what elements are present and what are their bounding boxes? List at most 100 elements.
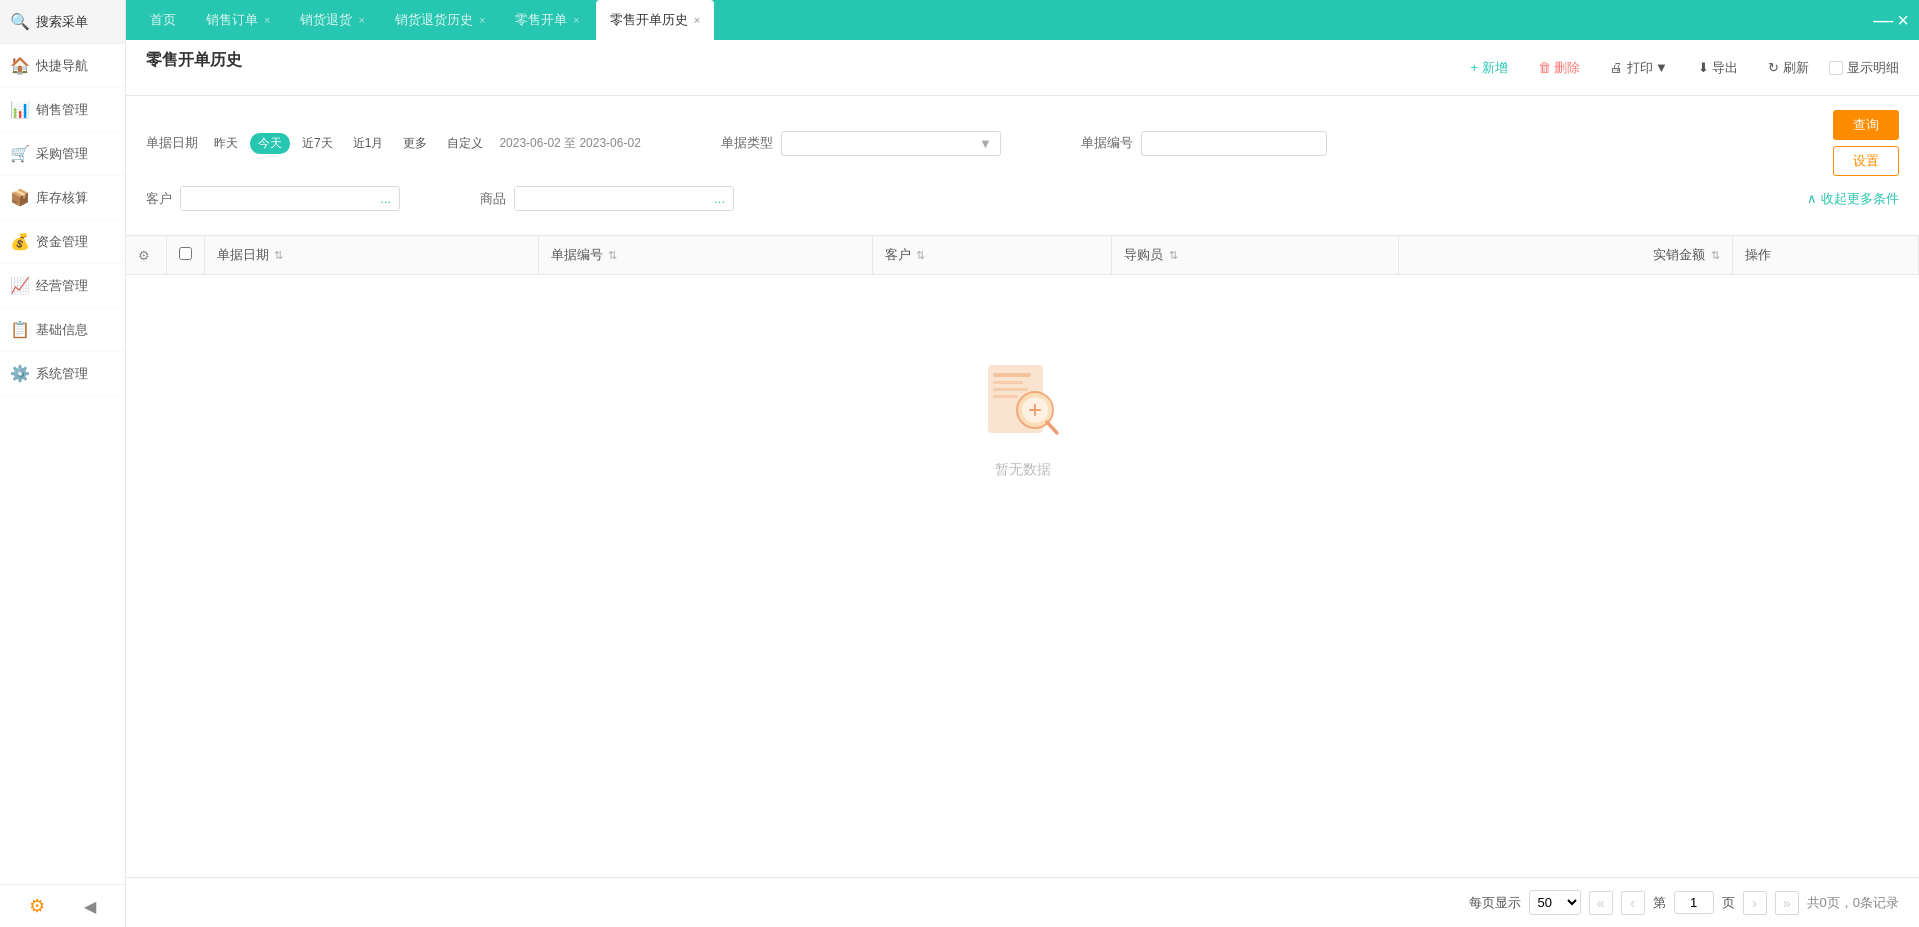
sidebar-search-label: 搜索采单 [36,13,88,31]
sidebar-item-quick-nav[interactable]: 🏠 快捷导航 [0,44,125,88]
sidebar-item-finance[interactable]: 💰 资金管理 [0,220,125,264]
tab-retail-open-close[interactable]: × [573,14,579,26]
col-customer[interactable]: 客户 ⇅ [872,236,1111,275]
content-area: 零售开单历史 + 新增 🗑 删除 🖨 打印 ▼ ⬇ 导出 ↻ 刷新 显示明细 [126,40,1919,927]
col-guide[interactable]: 导购员 ⇅ [1112,236,1399,275]
date-opt-custom[interactable]: 自定义 [439,133,491,154]
tab-sales-return-close[interactable]: × [358,14,364,26]
date-opt-today[interactable]: 今天 [250,133,290,154]
tab-sales-order[interactable]: 销售订单 × [192,0,284,40]
settings-icon[interactable]: ⚙ [29,895,45,917]
sidebar-item-inventory[interactable]: 📦 库存核算 [0,176,125,220]
col-date-sort-icon[interactable]: ⇅ [274,249,283,261]
delete-button[interactable]: 🗑 删除 [1528,54,1591,82]
page-label-text: 第 [1653,894,1666,912]
first-page-btn[interactable]: « [1589,891,1613,915]
date-opt-more[interactable]: 更多 [395,133,435,154]
col-date[interactable]: 单据日期 ⇅ [204,236,538,275]
page-unit-label: 页 [1722,894,1735,912]
display-checkbox[interactable] [1829,61,1843,75]
col-checkbox[interactable] [166,236,204,275]
customer-ellipsis-btn[interactable]: ... [372,191,399,206]
tab-sales-return[interactable]: 销货退货 × [286,0,378,40]
svg-rect-3 [993,388,1028,391]
col-amount[interactable]: 实销金额 ⇅ [1398,236,1732,275]
inventory-icon: 📦 [10,188,30,207]
print-button[interactable]: 🖨 打印 ▼ [1600,54,1678,82]
customer-input[interactable] [181,187,372,210]
col-doc-no[interactable]: 单据编号 ⇅ [538,236,872,275]
settings-col-icon[interactable]: ⚙ [138,248,150,263]
operations-icon: 📈 [10,276,30,295]
sys-mgmt-icon: ⚙️ [10,364,30,383]
data-table: ⚙ 单据日期 ⇅ 单据编号 ⇅ [126,236,1919,275]
tab-retail-open[interactable]: 零售开单 × [501,0,593,40]
tab-sales-return-history-close[interactable]: × [479,14,485,26]
action-buttons: 查询 设置 [1833,110,1899,176]
prev-page-btn[interactable]: ‹ [1621,891,1645,915]
total-records-label: 共0页，0条记录 [1807,894,1899,912]
next-page-btn[interactable]: › [1743,891,1767,915]
sidebar-item-purchase-mgmt[interactable]: 🛒 采购管理 [0,132,125,176]
col-amount-label: 实销金额 [1653,247,1705,262]
col-customer-sort-icon[interactable]: ⇅ [916,249,925,261]
filter-row-1: 单据日期 昨天 今天 近7天 近1月 更多 自定义 2023-06-02 至 2… [146,110,1899,176]
tab-retail-open-history[interactable]: 零售开单历史 × [596,0,714,40]
settings-button[interactable]: 设置 [1833,146,1899,176]
topbar-right: — × [1873,9,1909,32]
svg-rect-4 [993,395,1018,398]
pagination: 每页显示 10 20 50 100 « ‹ 第 页 › » 共0页，0条记录 [126,877,1919,927]
col-guide-sort-icon[interactable]: ⇅ [1169,249,1178,261]
goods-input[interactable] [515,187,706,210]
refresh-button[interactable]: ↻ 刷新 [1758,54,1819,82]
search-icon: 🔍 [10,12,30,31]
export-button[interactable]: ⬇ 导出 [1688,54,1749,82]
filter-row-2: 客户 ... 商品 ... ∧ 收起更多条件 [146,186,1899,211]
sidebar-item-basic-info[interactable]: 📋 基础信息 [0,308,125,352]
collapse-btn[interactable]: ∧ 收起更多条件 [1807,190,1899,208]
page-title: 零售开单历史 [146,50,242,71]
tab-sales-order-close[interactable]: × [264,14,270,26]
svg-rect-1 [993,373,1031,377]
tab-home-label: 首页 [150,11,176,29]
goods-ellipsis-btn[interactable]: ... [706,191,733,206]
display-toggle[interactable]: 显示明细 [1829,59,1899,77]
sidebar-item-sys-mgmt[interactable]: ⚙️ 系统管理 [0,352,125,396]
doc-no-input[interactable] [1141,131,1327,156]
col-amount-sort-icon[interactable]: ⇅ [1711,249,1720,261]
tab-sales-return-history[interactable]: 销货退货历史 × [381,0,499,40]
col-settings[interactable]: ⚙ [126,236,166,275]
date-opt-last7[interactable]: 近7天 [294,133,341,154]
tab-retail-open-history-close[interactable]: × [694,14,700,26]
date-opt-last1m[interactable]: 近1月 [345,133,392,154]
date-filter-label: 单据日期 [146,134,198,152]
page-number-input[interactable] [1674,891,1714,914]
window-close-btn[interactable]: × [1897,9,1909,32]
add-button[interactable]: + 新增 [1460,54,1517,82]
sidebar-search[interactable]: 🔍 搜索采单 [0,0,125,44]
last-page-btn[interactable]: » [1775,891,1799,915]
customer-input-wrapper[interactable]: ... [180,186,400,211]
tab-retail-open-label: 零售开单 [515,11,567,29]
window-minimize-btn[interactable]: — [1873,9,1893,32]
date-opt-yesterday[interactable]: 昨天 [206,133,246,154]
goods-input-wrapper[interactable]: ... [514,186,734,211]
customer-filter-group: 客户 ... [146,186,400,211]
tab-home[interactable]: 首页 [136,0,190,40]
table-header: ⚙ 单据日期 ⇅ 单据编号 ⇅ [126,236,1919,275]
sidebar-item-label: 经营管理 [36,277,88,295]
svg-line-7 [1047,422,1057,433]
col-doc-no-sort-icon[interactable]: ⇅ [608,249,617,261]
collapse-sidebar-icon[interactable]: ◀ [84,897,96,916]
sidebar-item-operations[interactable]: 📈 经营管理 [0,264,125,308]
col-date-label: 单据日期 [217,247,269,262]
table-container: ⚙ 单据日期 ⇅ 单据编号 ⇅ [126,236,1919,877]
doc-type-select[interactable]: ▼ [781,131,1001,156]
select-all-checkbox[interactable] [179,247,192,260]
page-size-select[interactable]: 10 20 50 100 [1529,890,1581,915]
query-button[interactable]: 查询 [1833,110,1899,140]
sidebar-item-sales-mgmt[interactable]: 📊 销售管理 [0,88,125,132]
page-size-label: 每页显示 [1469,894,1521,912]
sidebar-item-label: 销售管理 [36,101,88,119]
date-options: 昨天 今天 近7天 近1月 更多 自定义 [206,133,491,154]
